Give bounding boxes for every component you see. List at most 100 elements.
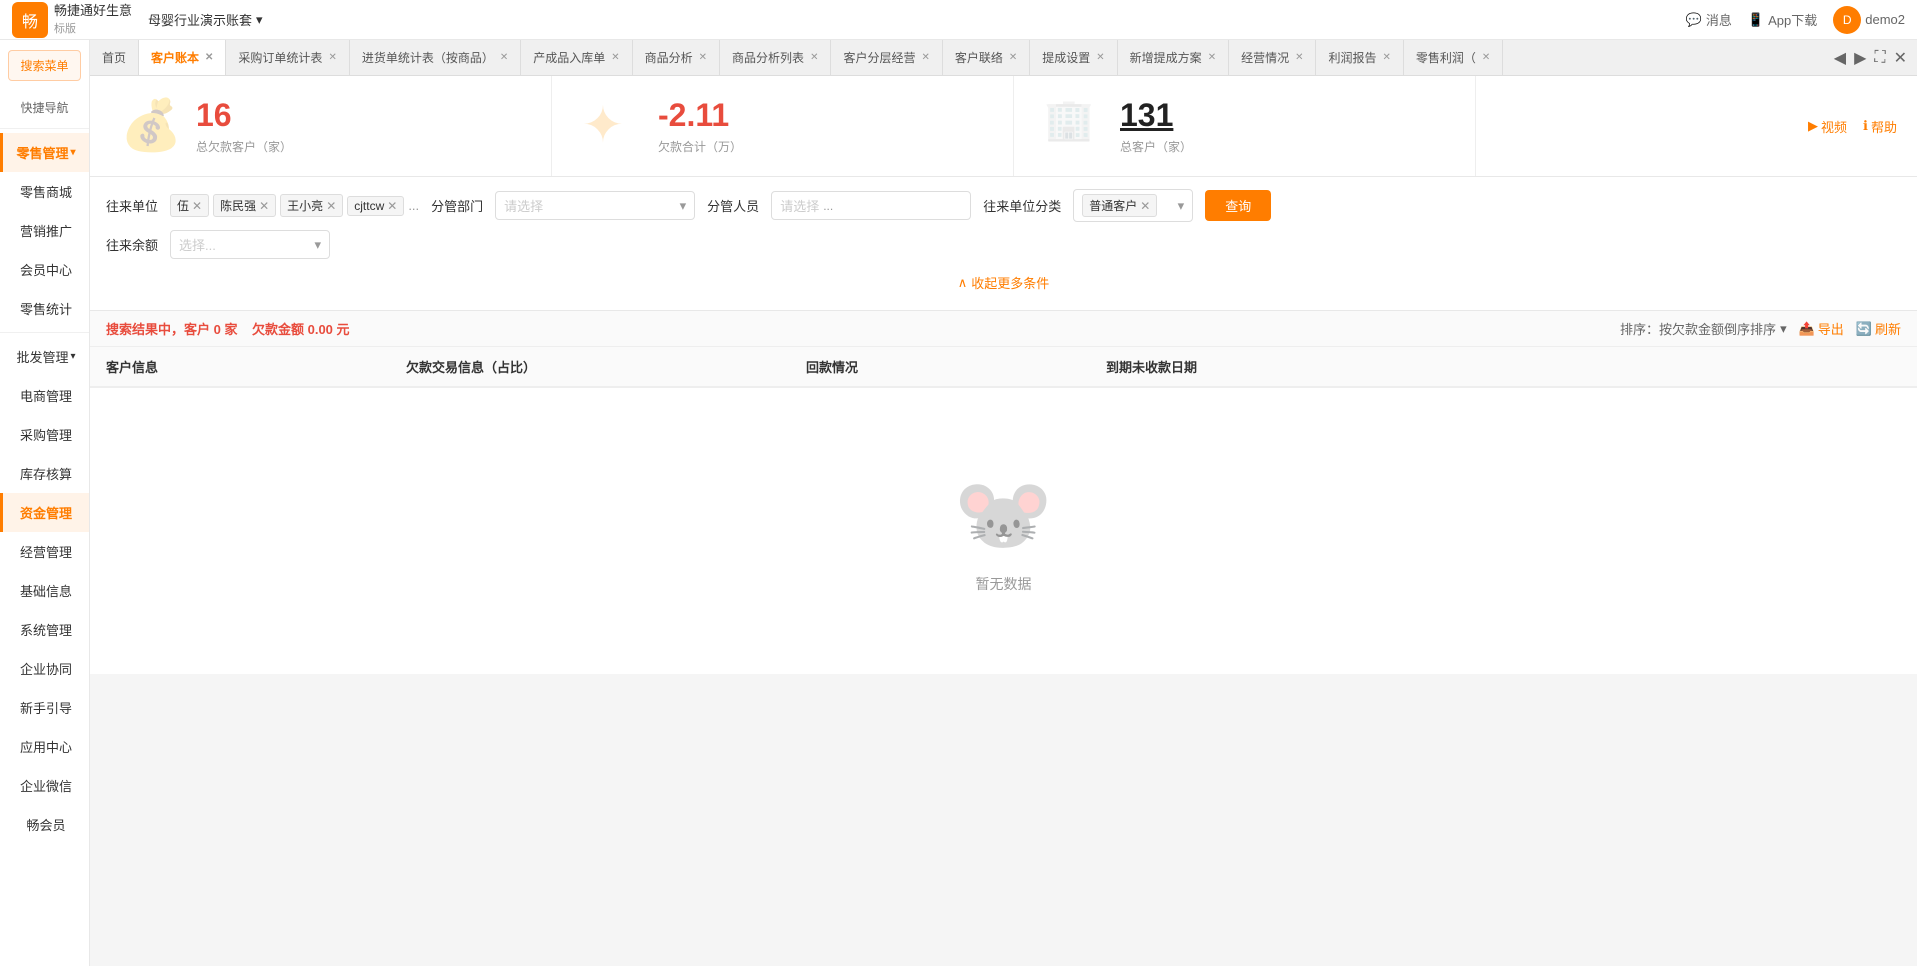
tab-close-icon[interactable]: ✕ [921,52,929,63]
tab-close-icon[interactable]: ✕ [1482,52,1490,63]
sidebar-item-wechat[interactable]: 企业微信 [0,766,89,805]
sidebar-item-retail-mgmt[interactable]: 零售管理 ▾ [0,133,89,172]
stats-row: 💰 16 总欠款客户（家） ✦ -2.11 欠款合计（万） 🏢 [90,76,1917,177]
message-button[interactable]: 💬 消息 [1686,10,1732,29]
tab-close-icon[interactable]: ✕ [500,52,508,63]
person-label: 分管人员 [707,196,759,215]
tab-stock-stat[interactable]: 进货单统计表（按商品） ✕ [350,40,521,75]
sidebar-item-system[interactable]: 系统管理 [0,610,89,649]
sidebar-item-finance[interactable]: 资金管理 [0,493,89,532]
customer-count: 0 [214,322,221,337]
logo-area: 畅 畅捷通好生意 标版 [12,2,132,38]
stat-value-debt: -2.11 [658,97,742,134]
tab-close-icon[interactable]: ✕ [1383,52,1391,63]
sidebar-item-purchase[interactable]: 采购管理 [0,415,89,454]
dept-select[interactable]: 请选择 ▾ [495,191,695,220]
sidebar-item-newcomer[interactable]: 新手引导 [0,688,89,727]
tag-close-icon[interactable]: ✕ [1140,199,1150,213]
tab-maximize-icon[interactable]: ⛶ [1872,47,1887,69]
sidebar-item-retail-stat[interactable]: 零售统计 [0,289,89,328]
filter-area: 往来单位 伍 ✕ 陈民强 ✕ 王小亮 ✕ [90,177,1917,311]
search-menu-button[interactable]: 搜索菜单 [8,50,81,81]
tab-new-promo[interactable]: 新增提成方案 ✕ [1118,40,1229,75]
collapse-more-btn[interactable]: ∧ 收起更多条件 [106,267,1901,298]
table-body: 🐭 暂无数据 [90,388,1917,674]
tab-menu-icon[interactable]: ✕ [1892,46,1909,70]
enterprise-select[interactable]: 母婴行业演示账套 ▾ [140,6,271,33]
person-more-btn[interactable]: ... [823,199,833,213]
sidebar-item-app-center[interactable]: 应用中心 [0,727,89,766]
sidebar-item-vip[interactable]: 畅会员 [0,805,89,844]
export-icon: 📤 [1799,321,1815,337]
balance-select[interactable]: 选择... ▾ [170,230,330,259]
sidebar-item-enterprise-coop[interactable]: 企业协同 [0,649,89,688]
tab-product-inbound[interactable]: 产成品入库单 ✕ [521,40,632,75]
tag-close-icon[interactable]: ✕ [259,199,269,213]
sidebar-item-label: 会员中心 [20,263,72,278]
tab-biz-situation[interactable]: 经营情况 ✕ [1229,40,1316,75]
content-area: 首页 客户账本 ✕ 采购订单统计表 ✕ 进货单统计表（按商品） ✕ 产成品入库单… [90,40,1917,966]
tab-label: 商品分析列表 [732,49,804,66]
balance-label: 往来余额 [106,235,158,254]
tab-label: 产成品入库单 [533,49,605,66]
help-label: 帮助 [1871,117,1897,136]
unit-type-select[interactable]: 普通客户 ✕ ▾ [1073,189,1193,222]
tab-close-icon[interactable]: ✕ [810,52,818,63]
tab-close-icon[interactable]: ✕ [699,52,707,63]
app-icon: 📱 [1748,12,1764,28]
chevron-down-icon: ▾ [70,351,75,362]
tab-close-icon[interactable]: ✕ [328,52,336,63]
help-button[interactable]: ℹ 帮助 [1863,117,1897,136]
sidebar-item-retail-shop[interactable]: 零售商城 [0,172,89,211]
app-download-button[interactable]: 📱 App下载 [1748,10,1817,29]
filter-tag-wu: 伍 ✕ [170,194,209,217]
tab-close-icon[interactable]: ✕ [1009,52,1017,63]
logo-icon: 畅 [12,2,48,38]
tab-close-icon[interactable]: ✕ [205,52,213,63]
query-button[interactable]: 查询 [1205,190,1271,221]
sidebar-item-marketing[interactable]: 营销推广 [0,211,89,250]
tab-promo-settings[interactable]: 提成设置 ✕ [1030,40,1117,75]
tab-purchase-order-stat[interactable]: 采购订单统计表 ✕ [226,40,349,75]
sidebar-item-ecommerce[interactable]: 电商管理 [0,376,89,415]
sidebar-item-basic-info[interactable]: 基础信息 [0,571,89,610]
filter-tag-chen: 陈民强 ✕ [213,194,276,217]
sort-label: 排序：按欠款金额倒序排序 [1620,319,1776,338]
sidebar-item-label: 新手引导 [20,701,72,716]
tag-close-icon[interactable]: ✕ [387,199,397,213]
chevron-up-icon: ∧ [958,275,968,291]
customer-unit: 家 [225,322,238,337]
sidebar-item-wholesale[interactable]: 批发管理 ▾ [0,337,89,376]
tag-close-icon[interactable]: ✕ [326,199,336,213]
tab-scroll-left-icon[interactable]: ◀ [1832,46,1848,70]
filter-more-tags[interactable]: ... [408,198,419,213]
tab-close-icon[interactable]: ✕ [1208,52,1216,63]
refresh-button[interactable]: 🔄 刷新 [1856,319,1901,338]
tab-customer-tier[interactable]: 客户分层经营 ✕ [831,40,942,75]
person-select[interactable]: 请选择 ... [771,191,971,220]
tab-customer-accounts[interactable]: 客户账本 ✕ [139,40,226,75]
tab-goods-analysis[interactable]: 商品分析 ✕ [633,40,720,75]
logo-sub: 标版 [54,20,132,36]
sidebar-item-operation[interactable]: 经营管理 [0,532,89,571]
tab-scroll-right-icon[interactable]: ▶ [1852,46,1868,70]
filter-tags: 伍 ✕ 陈民强 ✕ 王小亮 ✕ cjttcw ✕ [170,194,419,217]
video-help-button[interactable]: ▶ 视频 [1808,117,1847,136]
tag-close-icon[interactable]: ✕ [192,199,202,213]
tab-close-icon[interactable]: ✕ [1096,52,1104,63]
export-button[interactable]: 📤 导出 [1799,319,1844,338]
tab-goods-analysis-list[interactable]: 商品分析列表 ✕ [720,40,831,75]
tab-profit-report[interactable]: 利润报告 ✕ [1316,40,1403,75]
tab-close-icon[interactable]: ✕ [611,52,619,63]
user-profile[interactable]: D demo2 [1833,6,1905,34]
sidebar-item-stock[interactable]: 库存核算 [0,454,89,493]
tab-home[interactable]: 首页 [90,40,139,75]
quick-nav-button[interactable]: 快捷导航 [0,91,89,124]
sidebar-item-label: 零售统计 [20,302,72,317]
tab-close-icon[interactable]: ✕ [1295,52,1303,63]
sidebar-item-member[interactable]: 会员中心 [0,250,89,289]
sort-select[interactable]: 排序：按欠款金额倒序排序 ▾ [1620,319,1787,338]
tab-customer-contact[interactable]: 客户联络 ✕ [943,40,1030,75]
tab-retail-profit[interactable]: 零售利润（ ✕ [1404,40,1503,75]
sidebar-item-label: 零售商城 [20,185,72,200]
